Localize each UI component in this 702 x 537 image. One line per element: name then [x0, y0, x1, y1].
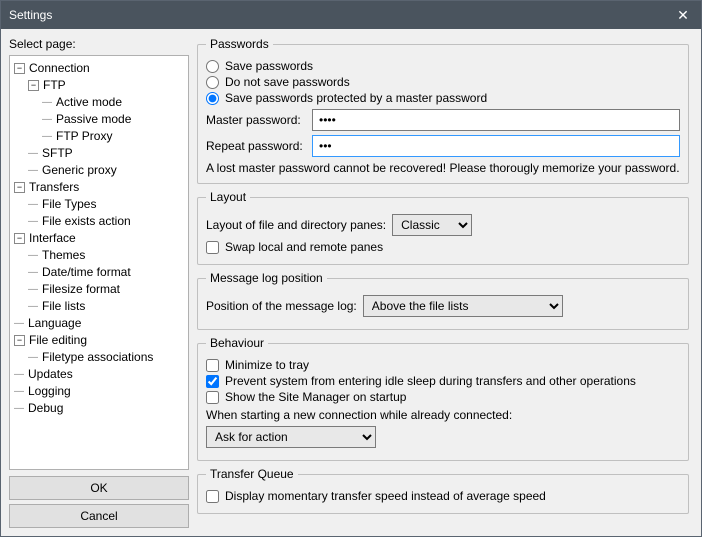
swap-panes-checkbox[interactable] — [206, 241, 219, 254]
cancel-button[interactable]: Cancel — [9, 504, 189, 528]
msglog-label: Position of the message log: — [206, 299, 357, 313]
window-title: Settings — [9, 8, 52, 22]
collapse-icon[interactable]: − — [14, 182, 25, 193]
close-icon[interactable]: ✕ — [673, 5, 693, 25]
when-connected-label: When starting a new connection while alr… — [206, 408, 680, 422]
msglog-select[interactable]: Above the file lists — [363, 295, 563, 317]
tree-item-file-types[interactable]: —File Types — [28, 196, 186, 213]
tree-item-sftp[interactable]: —SFTP — [28, 145, 186, 162]
when-connected-select[interactable]: Ask for action — [206, 426, 376, 448]
tree-item-debug[interactable]: —Debug — [14, 400, 186, 417]
content: Select page: −Connection −FTP —Active mo… — [1, 29, 701, 536]
show-sitemgr-checkbox[interactable] — [206, 391, 219, 404]
layout-legend: Layout — [206, 190, 250, 204]
settings-window: Settings ✕ Select page: −Connection −FTP… — [0, 0, 702, 537]
tree-item-transfers[interactable]: −Transfers — [14, 179, 186, 196]
tree-item-filesize[interactable]: —Filesize format — [28, 281, 186, 298]
radio-save-passwords[interactable] — [206, 60, 219, 73]
tree-item-interface[interactable]: −Interface — [14, 230, 186, 247]
momentary-speed-checkbox[interactable] — [206, 490, 219, 503]
password-note: A lost master password cannot be recover… — [206, 161, 680, 175]
transfer-queue-group: Transfer Queue Display momentary transfe… — [197, 467, 689, 514]
tree-item-logging[interactable]: —Logging — [14, 383, 186, 400]
master-password-input[interactable] — [312, 109, 680, 131]
collapse-icon[interactable]: − — [14, 335, 25, 346]
radio-master-password[interactable] — [206, 92, 219, 105]
master-password-label: Master password: — [206, 113, 306, 127]
tree-item-ftp-proxy[interactable]: —FTP Proxy — [42, 128, 186, 145]
behaviour-group: Behaviour Minimize to tray Prevent syste… — [197, 336, 689, 461]
tree-item-passive-mode[interactable]: —Passive mode — [42, 111, 186, 128]
ok-button[interactable]: OK — [9, 476, 189, 500]
repeat-password-label: Repeat password: — [206, 139, 306, 153]
tree-item-language[interactable]: —Language — [14, 315, 186, 332]
collapse-icon[interactable]: − — [14, 233, 25, 244]
tree-item-filetype-assoc[interactable]: —Filetype associations — [28, 349, 186, 366]
prevent-sleep-checkbox[interactable] — [206, 375, 219, 388]
layout-group: Layout Layout of file and directory pane… — [197, 190, 689, 265]
tree-item-ftp[interactable]: −FTP — [28, 77, 186, 94]
right-panel: Passwords Save passwords Do not save pas… — [197, 37, 693, 528]
repeat-password-input[interactable] — [312, 135, 680, 157]
tree-item-connection[interactable]: −Connection — [14, 60, 186, 77]
tree-item-generic-proxy[interactable]: —Generic proxy — [28, 162, 186, 179]
msglog-group: Message log position Position of the mes… — [197, 271, 689, 330]
passwords-group: Passwords Save passwords Do not save pas… — [197, 37, 689, 184]
panes-select[interactable]: Classic — [392, 214, 472, 236]
passwords-legend: Passwords — [206, 37, 273, 51]
page-tree[interactable]: −Connection −FTP —Active mode —Passive m… — [9, 55, 189, 470]
tree-item-themes[interactable]: —Themes — [28, 247, 186, 264]
panes-label: Layout of file and directory panes: — [206, 218, 386, 232]
tree-item-active-mode[interactable]: —Active mode — [42, 94, 186, 111]
tree-item-filelists[interactable]: —File lists — [28, 298, 186, 315]
collapse-icon[interactable]: − — [14, 63, 25, 74]
transfer-queue-legend: Transfer Queue — [206, 467, 298, 481]
tree-item-datetime[interactable]: —Date/time format — [28, 264, 186, 281]
minimize-tray-checkbox[interactable] — [206, 359, 219, 372]
tree-item-updates[interactable]: —Updates — [14, 366, 186, 383]
tree-item-file-exists[interactable]: —File exists action — [28, 213, 186, 230]
left-panel: Select page: −Connection −FTP —Active mo… — [9, 37, 189, 528]
radio-no-save-passwords[interactable] — [206, 76, 219, 89]
titlebar: Settings ✕ — [1, 1, 701, 29]
tree-item-file-editing[interactable]: −File editing — [14, 332, 186, 349]
msglog-legend: Message log position — [206, 271, 327, 285]
select-page-label: Select page: — [9, 37, 189, 51]
behaviour-legend: Behaviour — [206, 336, 268, 350]
collapse-icon[interactable]: − — [28, 80, 39, 91]
